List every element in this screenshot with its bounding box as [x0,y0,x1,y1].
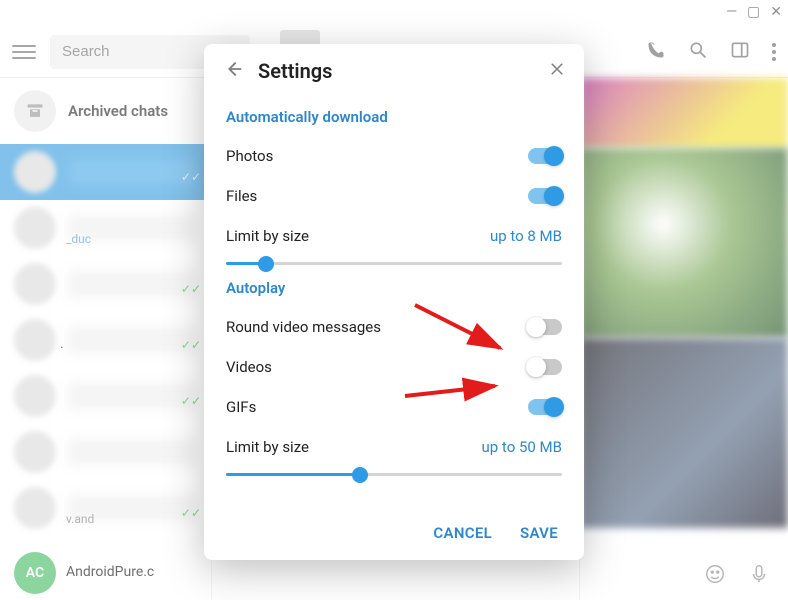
cancel-button[interactable]: CANCEL [433,524,492,542]
toggle-files[interactable] [528,188,562,204]
back-button[interactable] [222,58,244,84]
toggle-gifs[interactable] [528,399,562,415]
slider-limit2[interactable] [226,473,562,476]
modal-title: Settings [258,59,534,83]
slider-limit1[interactable] [226,262,562,265]
save-button[interactable]: SAVE [520,524,558,542]
setting-label: Limit by size [226,438,309,456]
setting-row-limit2: Limit by size up to 50 MB [226,427,562,467]
setting-label: Videos [226,358,272,376]
setting-row-gifs: GIFs [226,387,562,427]
toggle-videos[interactable] [528,359,562,375]
setting-row-files: Files [226,176,562,216]
toggle-round-video[interactable] [528,319,562,335]
setting-row-videos: Videos [226,347,562,387]
setting-row-photos: Photos [226,136,562,176]
setting-label: GIFs [226,398,256,416]
setting-label: Round video messages [226,318,381,336]
settings-modal: Settings Automatically download Photos F… [204,44,584,560]
setting-label: Limit by size [226,227,309,245]
close-button[interactable] [548,60,566,82]
setting-row-limit1: Limit by size up to 8 MB [226,216,562,256]
section-header: Autoplay [226,279,562,297]
setting-row-round-video: Round video messages [226,307,562,347]
section-header: Automatically download [226,108,562,126]
toggle-photos[interactable] [528,148,562,164]
setting-label: Files [226,187,257,205]
setting-value: up to 50 MB [482,438,562,456]
setting-value: up to 8 MB [490,227,562,245]
setting-label: Photos [226,147,273,165]
